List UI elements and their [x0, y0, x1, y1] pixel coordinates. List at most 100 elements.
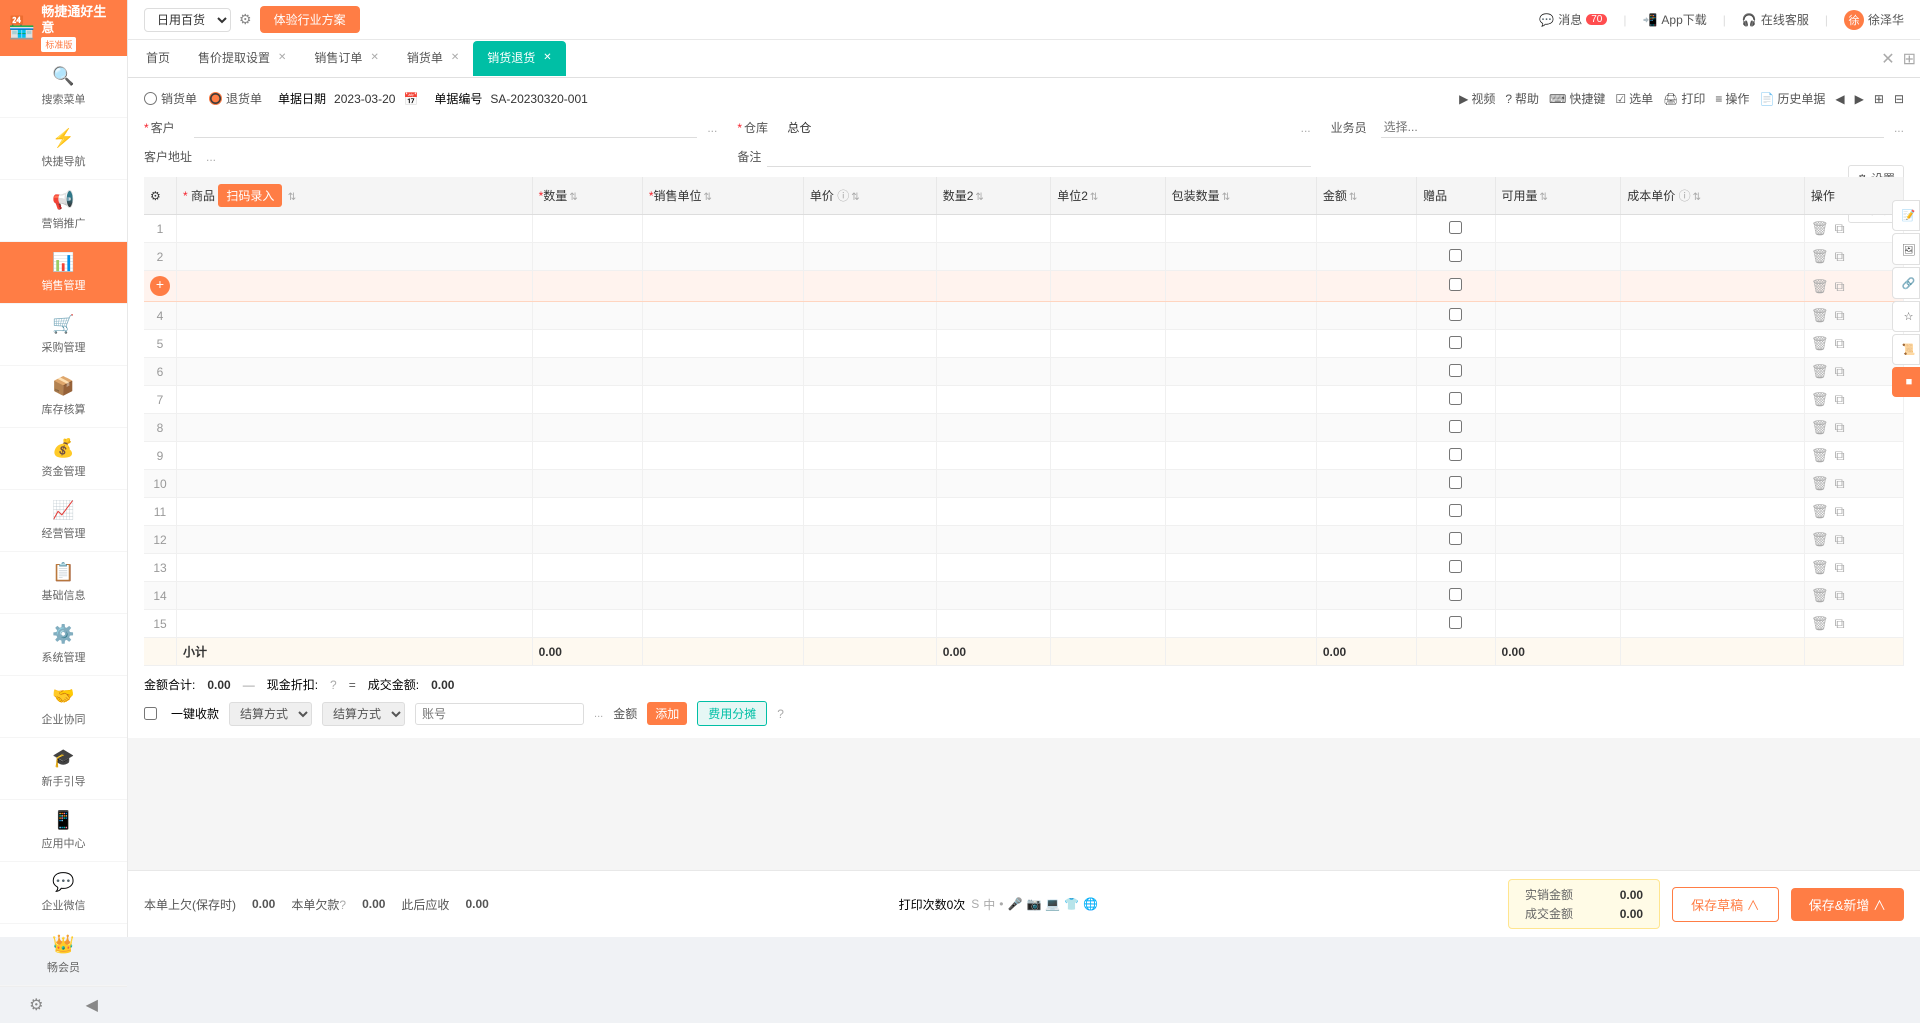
delete-icon[interactable]: 🗑 [1811, 220, 1829, 237]
unit2-cell[interactable] [1051, 215, 1165, 243]
copy-icon[interactable]: ⧉ [1835, 587, 1845, 604]
unit-price-cell[interactable] [803, 243, 936, 271]
delete-icon[interactable]: 🗑 [1811, 248, 1829, 265]
sidebar-item-system[interactable]: ⚙️ 系统管理 [0, 614, 127, 676]
unit-price-cell[interactable] [803, 215, 936, 243]
product-cell[interactable] [177, 215, 533, 243]
copy-icon[interactable]: ⧉ [1835, 615, 1845, 632]
cost-price-cell[interactable] [1621, 243, 1805, 271]
amount-cell[interactable] [1316, 215, 1416, 243]
cost-price-cell[interactable] [1621, 215, 1805, 243]
tab-expand-icon[interactable]: ⊞ [1903, 49, 1916, 69]
sales-unit-cell[interactable] [642, 271, 803, 302]
delete-icon[interactable]: 🗑 [1811, 278, 1829, 295]
notes-input[interactable] [767, 146, 1310, 167]
rf-history-btn[interactable]: 📜 [1892, 334, 1920, 365]
toolbar-next[interactable]: ▶ [1855, 92, 1864, 106]
calc-method-select[interactable]: 结算方式 [229, 702, 312, 726]
available-cell[interactable] [1495, 215, 1621, 243]
delete-icon[interactable]: 🗑 [1811, 531, 1829, 548]
toolbar-view1[interactable]: ⊞ [1874, 92, 1884, 106]
tab-sales-delivery[interactable]: 销货单 ✕ [393, 41, 473, 76]
delete-icon[interactable]: 🗑 [1811, 419, 1829, 436]
copy-icon[interactable]: ⧉ [1835, 391, 1845, 408]
delete-icon[interactable]: 🗑 [1811, 615, 1829, 632]
toolbar-view2[interactable]: ⊟ [1894, 92, 1904, 106]
sidebar-item-enterprise[interactable]: 🤝 企业协同 [0, 676, 127, 738]
scan-btn[interactable]: 扫码录入 [218, 184, 282, 207]
sales-unit-cell[interactable] [642, 243, 803, 271]
tab-close-icon[interactable]: ✕ [278, 52, 286, 63]
address-picker[interactable]: ... [206, 150, 216, 164]
save-new-btn[interactable]: 保存&新增 ∧ [1791, 888, 1904, 921]
sort-icon[interactable]: ⇅ [1349, 192, 1357, 203]
sidebar-item-marketing[interactable]: 📢 营销推广 [0, 180, 127, 242]
account-input[interactable] [415, 703, 584, 725]
delete-icon[interactable]: 🗑 [1811, 503, 1829, 520]
gift-checkbox[interactable] [1449, 278, 1462, 291]
delete-icon[interactable]: 🗑 [1811, 391, 1829, 408]
tab-close-icon[interactable]: ✕ [370, 52, 378, 63]
rf-orange-btn[interactable]: ■ [1892, 367, 1920, 397]
tool4-icon[interactable]: 🎤 [1008, 897, 1023, 911]
col-sort-icon[interactable]: ⇅ [288, 192, 296, 203]
product-cell[interactable] [177, 271, 533, 302]
salesperson-input[interactable] [1381, 117, 1884, 138]
help-icon3[interactable]: ? [339, 898, 346, 912]
radio-sales-input[interactable] [144, 92, 157, 105]
rf-image-btn[interactable]: 🖼 [1892, 233, 1920, 265]
customer-input[interactable] [194, 117, 697, 138]
radio-return[interactable]: 退货单 [209, 90, 262, 107]
gift-cell[interactable] [1417, 271, 1495, 302]
copy-icon[interactable]: ⧉ [1835, 419, 1845, 436]
cost-price-cell[interactable] [1621, 271, 1805, 302]
delete-icon[interactable]: 🗑 [1811, 559, 1829, 576]
sidebar-item-sales[interactable]: 📊 销售管理 [0, 242, 127, 304]
toolbar-print[interactable]: 🖨 打印 [1663, 90, 1705, 107]
copy-icon[interactable]: ⧉ [1835, 475, 1845, 492]
product-cell[interactable] [177, 243, 533, 271]
tool8-icon[interactable]: 🌐 [1083, 897, 1098, 911]
qty-cell[interactable] [532, 243, 642, 271]
sort-icon[interactable]: ⇅ [1222, 192, 1230, 203]
copy-icon[interactable]: ⧉ [1835, 447, 1845, 464]
tab-close-all-icon[interactable]: ✕ [1881, 49, 1894, 69]
tool1-icon[interactable]: S [971, 897, 979, 911]
sidebar-item-newbie[interactable]: 🎓 新手引导 [0, 738, 127, 800]
app-download-btn[interactable]: 📲 App下载 [1642, 11, 1706, 28]
delete-icon[interactable]: 🗑 [1811, 307, 1829, 324]
warehouse-picker[interactable]: ... [1301, 121, 1311, 135]
sort-icon[interactable]: ⇅ [1693, 192, 1701, 203]
tool6-icon[interactable]: 💻 [1045, 897, 1060, 911]
delete-icon[interactable]: 🗑 [1811, 363, 1829, 380]
calc-method-select2[interactable]: 结算方式 [322, 702, 405, 726]
tool5-icon[interactable]: 📷 [1026, 897, 1041, 911]
unit2-cell[interactable] [1051, 271, 1165, 302]
sidebar-settings-icon[interactable]: ⚙ [29, 995, 43, 1015]
sidebar-item-search[interactable]: 🔍 搜索菜单 [0, 56, 127, 118]
available-cell[interactable] [1495, 243, 1621, 271]
sort-icon[interactable]: ⇅ [1090, 192, 1098, 203]
gift-checkbox[interactable] [1449, 221, 1462, 234]
toolbar-prev[interactable]: ◀ [1835, 92, 1844, 106]
copy-icon[interactable]: ⧉ [1835, 248, 1845, 265]
sidebar-item-wechat[interactable]: 💬 企业微信 [0, 862, 127, 924]
tab-sales-return[interactable]: 销货退货 ✕ [473, 41, 565, 76]
amount-cell[interactable] [1316, 243, 1416, 271]
sidebar-item-appstore[interactable]: 📱 应用中心 [0, 800, 127, 862]
toolbar-shortcut[interactable]: ⌨ 快捷键 [1549, 90, 1605, 107]
settings-gear-icon[interactable]: ⚙ [239, 11, 252, 28]
sort-icon[interactable]: ⇅ [975, 192, 983, 203]
tab-price-setting[interactable]: 售价提取设置 ✕ [184, 41, 300, 76]
tool7-icon[interactable]: 👕 [1064, 897, 1079, 911]
radio-return-input[interactable] [209, 92, 222, 105]
radio-sales[interactable]: 销货单 [144, 90, 197, 107]
rf-note-btn[interactable]: 📝 [1892, 200, 1920, 231]
sort-icon[interactable]: ⇅ [704, 192, 712, 203]
pack-qty-cell[interactable] [1165, 271, 1316, 302]
copy-icon[interactable]: ⧉ [1835, 559, 1845, 576]
product-input[interactable] [183, 279, 526, 293]
save-draft-btn[interactable]: 保存草稿 ∧ [1672, 887, 1779, 922]
customer-picker[interactable]: ... [707, 121, 717, 135]
copy-icon[interactable]: ⧉ [1835, 278, 1845, 295]
